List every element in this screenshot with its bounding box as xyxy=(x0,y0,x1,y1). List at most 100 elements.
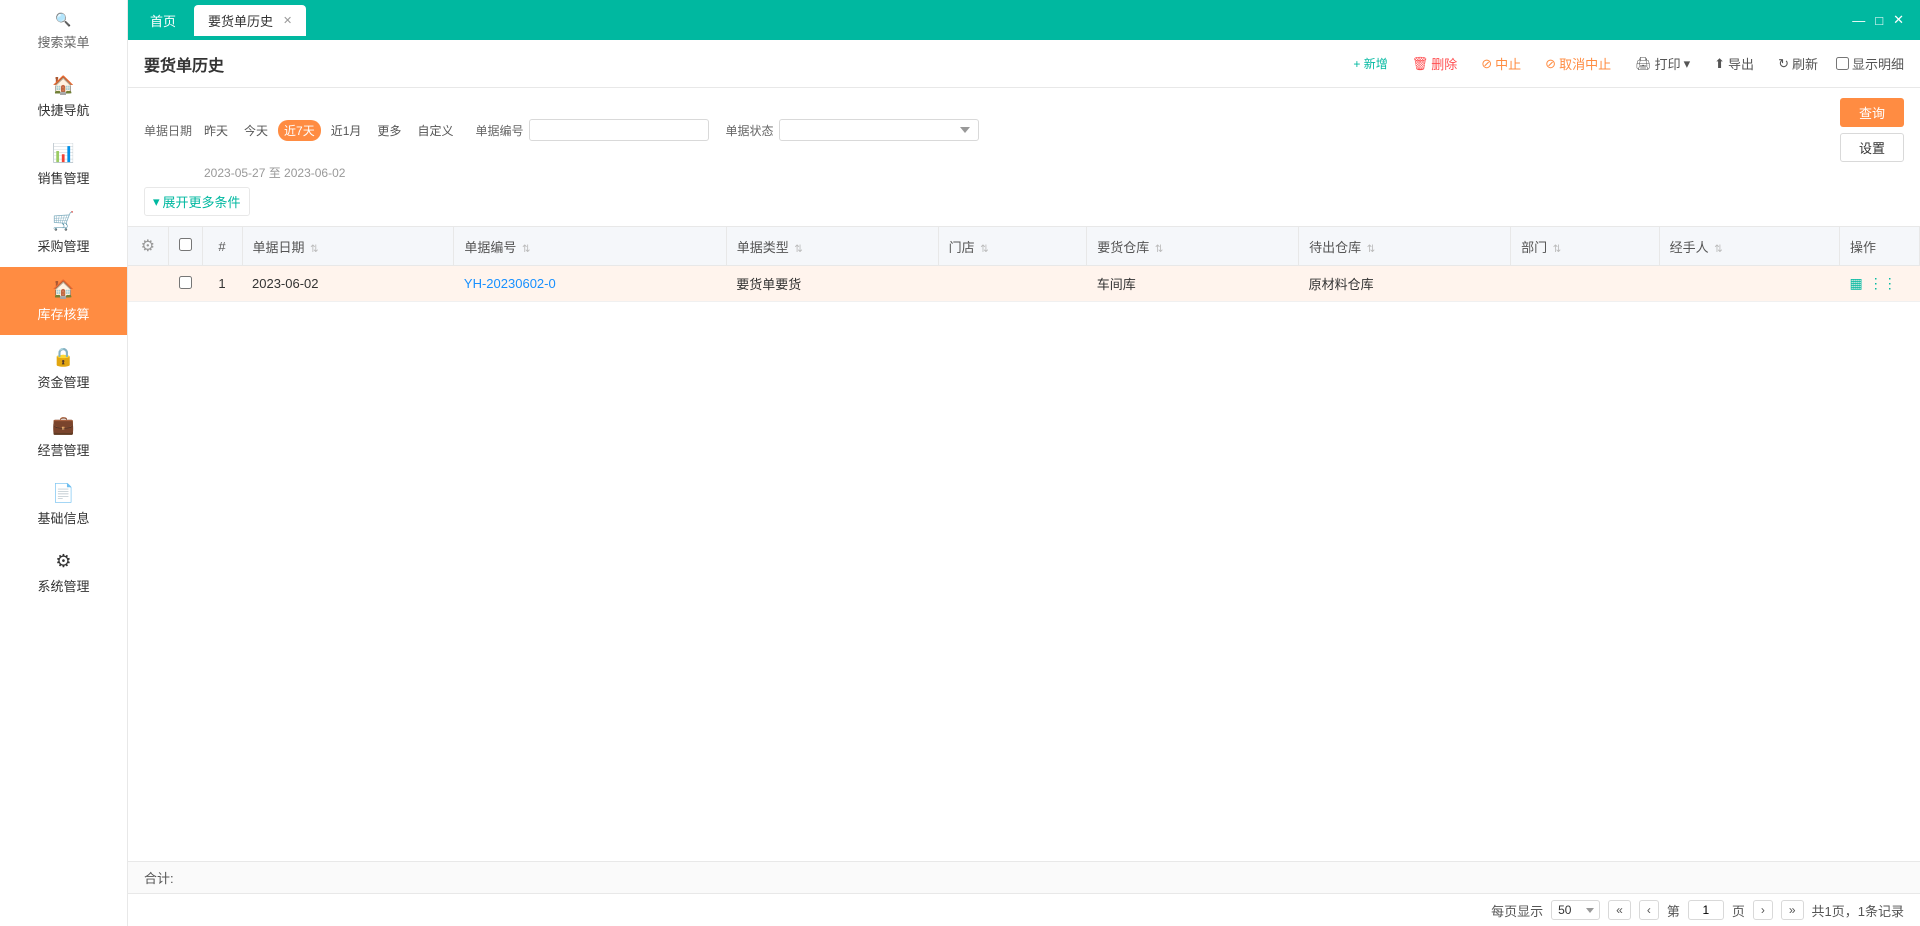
row-num: 1 xyxy=(202,266,242,302)
home-icon: 🏠 xyxy=(52,75,74,96)
col-order-no: 单据编号 ⇅ xyxy=(454,227,726,266)
status-label: 单据状态 xyxy=(725,122,773,139)
page-size-label: 每页显示 xyxy=(1491,901,1543,920)
lock-icon: 🔒 xyxy=(52,347,74,368)
refresh-icon: ↻ xyxy=(1778,56,1789,72)
date-btn-yesterday[interactable]: 昨天 xyxy=(198,120,234,141)
settings-button[interactable]: 设置 xyxy=(1840,133,1904,162)
search-icon: 🔍 xyxy=(55,12,71,28)
date-btn-today[interactable]: 今天 xyxy=(238,120,274,141)
date-btn-7days[interactable]: 近7天 xyxy=(278,120,321,141)
table-footer: 合计: xyxy=(128,861,1920,893)
page-number-input[interactable] xyxy=(1688,900,1724,920)
export-button[interactable]: ⬆ 导出 xyxy=(1708,50,1760,77)
tab-bar-controls: — □ ✕ xyxy=(1852,12,1912,28)
col-department: 部门 ⇅ xyxy=(1511,227,1660,266)
row-store xyxy=(938,266,1087,302)
row-checkbox-cell xyxy=(168,266,202,302)
row-type: 要货单要货 xyxy=(726,266,938,302)
date-filter-label: 单据日期 xyxy=(144,122,192,139)
stop-button[interactable]: ⊘ 中止 xyxy=(1475,50,1527,77)
delete-icon: 🗑 xyxy=(1412,56,1429,72)
sidebar-item-finance-mgmt[interactable]: 🔒 资金管理 xyxy=(0,335,127,403)
sidebar-item-inventory[interactable]: 🏠 库存核算 xyxy=(0,267,127,335)
sidebar-item-operation-mgmt[interactable]: 💼 经营管理 xyxy=(0,403,127,471)
prev-page-button[interactable]: ‹ xyxy=(1639,900,1659,920)
order-no-link[interactable]: YH-20230602-0 xyxy=(464,276,556,291)
row-edit-icon[interactable]: ▦ xyxy=(1850,275,1863,292)
order-no-input[interactable] xyxy=(529,119,709,141)
row-more-icon[interactable]: ⋮⋮ xyxy=(1869,275,1897,292)
query-button[interactable]: 查询 xyxy=(1840,98,1904,127)
page-header: 要货单历史 + 新增 🗑 删除 ⊘ 中止 ⊘ 取消中止 🖨 打印 xyxy=(128,40,1920,88)
print-dropdown-icon: ▾ xyxy=(1684,56,1691,72)
col-req-warehouse: 要货仓库 ⇅ xyxy=(1087,227,1299,266)
minimize-icon[interactable]: — xyxy=(1852,13,1865,28)
sidebar-item-quick-nav[interactable]: 🏠 快捷导航 xyxy=(0,63,127,131)
row-pending-warehouse: 原材料仓库 xyxy=(1299,266,1511,302)
date-filter-group: 单据日期 昨天 今天 近7天 近1月 更多 自定义 xyxy=(144,120,459,141)
row-checkbox[interactable] xyxy=(179,276,192,289)
sidebar-item-basic-info[interactable]: 📄 基础信息 xyxy=(0,471,127,539)
page-go-suffix: 页 xyxy=(1732,901,1745,920)
table-header-row: ⚙ # 单据日期 ⇅ 单据编号 ⇅ 单据类型 ⇅ 门店 ⇅ 要货仓库 ⇅ 待出仓… xyxy=(128,227,1920,266)
col-handler: 经手人 ⇅ xyxy=(1659,227,1839,266)
sidebar-item-system-mgmt[interactable]: ⚙ 系统管理 xyxy=(0,539,127,607)
select-all-checkbox[interactable] xyxy=(179,238,192,251)
stop-icon: ⊘ xyxy=(1481,56,1492,72)
date-btn-custom[interactable]: 自定义 xyxy=(411,120,459,141)
close-window-icon[interactable]: ✕ xyxy=(1893,12,1904,28)
sidebar-item-purchase-mgmt[interactable]: 🛒 采购管理 xyxy=(0,199,127,267)
main-area: 首页 要货单历史 ✕ — □ ✕ 要货单历史 + 新增 🗑 删除 ⊘ xyxy=(128,0,1920,926)
row-settings xyxy=(128,266,168,302)
status-select[interactable] xyxy=(779,119,979,141)
col-gear-icon[interactable]: ⚙ xyxy=(141,238,155,255)
cart-icon: 🛒 xyxy=(52,211,74,232)
date-btn-more[interactable]: 更多 xyxy=(371,120,407,141)
sidebar: 🔍 搜索菜单 🏠 快捷导航 📊 销售管理 🛒 采购管理 🏠 库存核算 🔒 资金管… xyxy=(0,0,128,926)
summary-label: 合计: xyxy=(144,868,174,887)
col-type: 单据类型 ⇅ xyxy=(726,227,938,266)
content-area: 要货单历史 + 新增 🗑 删除 ⊘ 中止 ⊘ 取消中止 🖨 打印 xyxy=(128,40,1920,926)
row-handler xyxy=(1659,266,1839,302)
tab-order-history[interactable]: 要货单历史 ✕ xyxy=(194,5,306,36)
toolbar: + 新增 🗑 删除 ⊘ 中止 ⊘ 取消中止 🖨 打印 ▾ xyxy=(1347,50,1904,77)
col-checkbox xyxy=(168,227,202,266)
col-store: 门店 ⇅ xyxy=(938,227,1087,266)
doc-icon: 📄 xyxy=(52,483,74,504)
date-btn-1month[interactable]: 近1月 xyxy=(325,120,368,141)
gear-icon: ⚙ xyxy=(55,551,71,572)
refresh-button[interactable]: ↻ 刷新 xyxy=(1772,50,1824,77)
row-actions: ▦ ⋮⋮ xyxy=(1840,266,1920,302)
print-button[interactable]: 🖨 打印 ▾ xyxy=(1629,50,1696,77)
sidebar-item-sales-mgmt[interactable]: 📊 销售管理 xyxy=(0,131,127,199)
page-title: 要货单历史 xyxy=(144,52,224,76)
expand-more-button[interactable]: ▾ 展开更多条件 xyxy=(144,187,250,216)
filter-bar: 单据日期 昨天 今天 近7天 近1月 更多 自定义 单据编号 xyxy=(128,88,1920,227)
delete-button[interactable]: 🗑 删除 xyxy=(1406,50,1464,77)
cancel-stop-button[interactable]: ⊘ 取消中止 xyxy=(1539,50,1617,77)
pagination: 每页显示 10 20 50 100 « ‹ 第 页 › » 共1页，1条记录 xyxy=(128,893,1920,926)
display-fine-button[interactable]: 显示明细 xyxy=(1836,54,1904,73)
first-page-button[interactable]: « xyxy=(1608,900,1631,920)
tab-bar: 首页 要货单历史 ✕ — □ ✕ xyxy=(128,0,1920,40)
next-page-button[interactable]: › xyxy=(1753,900,1773,920)
row-department xyxy=(1511,266,1660,302)
export-icon: ⬆ xyxy=(1714,56,1725,72)
sidebar-item-search-menu[interactable]: 🔍 搜索菜单 xyxy=(0,0,127,63)
tab-home[interactable]: 首页 xyxy=(136,5,190,36)
tab-close-icon[interactable]: ✕ xyxy=(283,14,292,27)
row-req-warehouse: 车间库 xyxy=(1087,266,1299,302)
page-go-label: 第 xyxy=(1667,901,1680,920)
order-no-label: 单据编号 xyxy=(475,122,523,139)
date-buttons: 昨天 今天 近7天 近1月 更多 自定义 xyxy=(198,120,459,141)
last-page-button[interactable]: » xyxy=(1781,900,1804,920)
inventory-icon: 🏠 xyxy=(52,279,74,300)
maximize-icon[interactable]: □ xyxy=(1875,13,1883,28)
page-size-select[interactable]: 10 20 50 100 xyxy=(1551,900,1600,920)
display-fine-checkbox[interactable] xyxy=(1836,57,1849,70)
col-settings: ⚙ xyxy=(128,227,168,266)
new-button[interactable]: + 新增 xyxy=(1347,51,1393,76)
cancel-icon: ⊘ xyxy=(1545,56,1556,72)
briefcase-icon: 💼 xyxy=(52,415,74,436)
